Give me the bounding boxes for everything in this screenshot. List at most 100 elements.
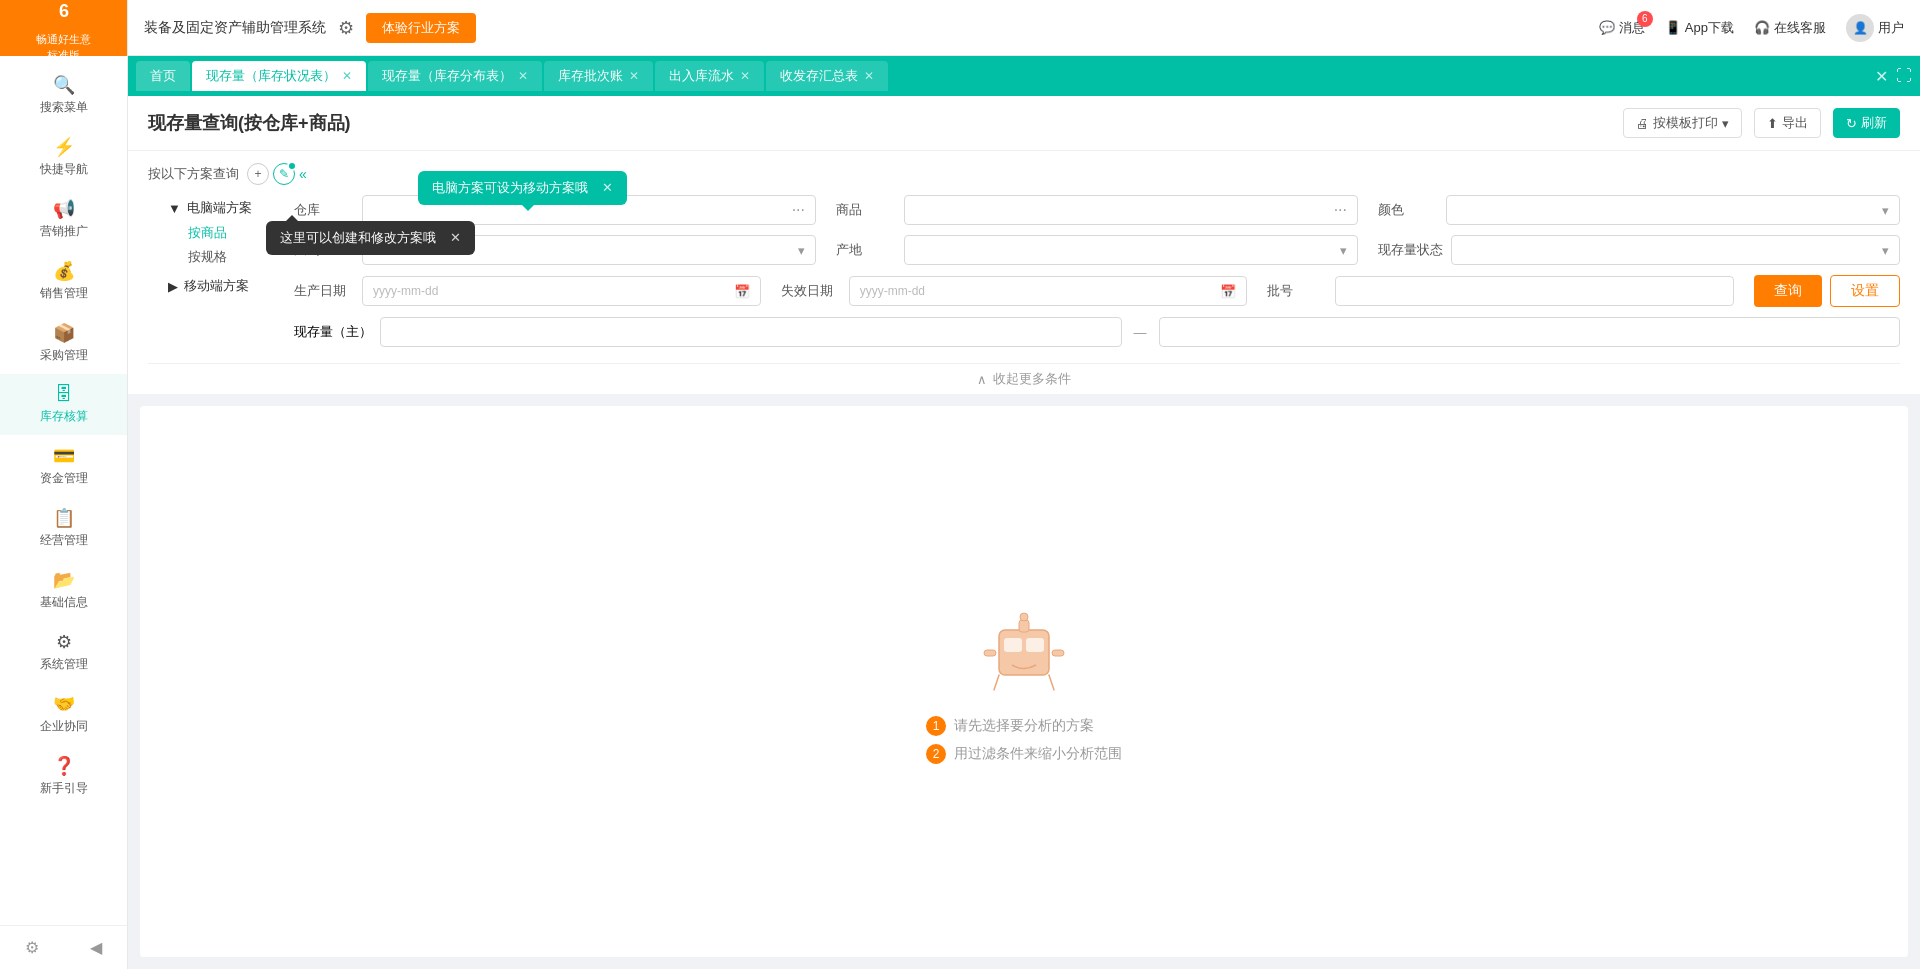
filter-arrow-btn[interactable]: « [299,166,307,182]
sidebar-item-finance[interactable]: 💳 资金管理 [0,435,127,497]
newbie-icon: ❓ [53,755,75,777]
print-dropdown-icon: ▾ [1722,116,1729,131]
tab-close-all-btn[interactable]: ✕ [1875,67,1888,86]
stock-qty-min[interactable] [380,317,1122,347]
edit-scheme-btn[interactable]: ✎ [273,163,295,185]
header-right: 💬 消息 6 📱 App下载 🎧 在线客服 👤 用户 [1599,14,1904,42]
goods-select[interactable]: ··· [904,195,1358,225]
settings-bottom-btn[interactable]: ⚙ [25,938,39,957]
tab-recv-summary-label: 收发存汇总表 [780,67,858,85]
scheme-item-spec[interactable]: 按规格 [168,245,278,269]
sidebar-label-operation: 经营管理 [40,532,88,549]
sidebar-item-newbie[interactable]: ❓ 新手引导 [0,745,127,807]
stock-status-select[interactable]: ▾ [1451,235,1900,265]
sidebar-item-marketing[interactable]: 📢 营销推广 [0,188,127,250]
app-download-btn[interactable]: 📱 App下载 [1665,19,1734,37]
tab-inventory-status-label: 现存量（库存状况表） [206,67,336,85]
scheme-list: ▼ 电脑端方案 按商品 按规格 ▶ 移动端方案 [148,195,278,299]
scheme-group-mobile-title[interactable]: ▶ 移动端方案 [168,273,278,299]
user-btn[interactable]: 👤 用户 [1846,14,1904,42]
tab-inout-flow-close[interactable]: ✕ [740,69,750,83]
sidebar-item-sales[interactable]: 💰 销售管理 [0,250,127,312]
sales-icon: 💰 [53,260,75,282]
svg-text:6: 6 [58,1,68,21]
filter-fields: 仓库 ··· 商品 ··· [294,195,1900,355]
sidebar-label-guide: 快捷导航 [40,161,88,178]
color-dropdown-icon: ▾ [1882,203,1889,218]
export-label: 导出 [1782,114,1808,132]
tab-inventory-status-close[interactable]: ✕ [342,69,352,83]
sidebar-logo: 6 畅通好生意 标准版 [0,0,127,56]
print-btn[interactable]: 🖨 按模板打印 ▾ [1623,108,1742,138]
exp-date-label: 失效日期 [781,282,841,300]
collapse-icon: ∧ [977,372,987,387]
sidebar-item-enterprise[interactable]: 🤝 企业协同 [0,683,127,745]
message-btn[interactable]: 💬 消息 6 [1599,19,1645,37]
scheme-item-goods[interactable]: 按商品 [168,221,278,245]
scheme-group-pc-title[interactable]: ▼ 电脑端方案 [168,195,278,221]
add-scheme-btn[interactable]: + [247,163,269,185]
header-settings-icon[interactable]: ⚙ [338,17,354,39]
sidebar-item-operation[interactable]: 📋 经营管理 [0,497,127,559]
sidebar-item-guide[interactable]: ⚡ 快捷导航 [0,126,127,188]
tab-maximize-btn[interactable]: ⛶ [1896,67,1912,85]
service-btn[interactable]: 🎧 在线客服 [1754,19,1826,37]
page-actions: 🖨 按模板打印 ▾ ⬆ 导出 ↻ 刷新 [1623,108,1900,138]
export-btn[interactable]: ⬆ 导出 [1754,108,1821,138]
sidebar-label-newbie: 新手引导 [40,780,88,797]
refresh-icon: ↻ [1846,116,1857,131]
origin-dropdown-icon: ▾ [1340,243,1347,258]
header-left: 装备及固定资产辅助管理系统 ⚙ 体验行业方案 [144,13,476,43]
sidebar-item-purchase[interactable]: 📦 采购管理 [0,312,127,374]
goods-dots[interactable]: ··· [1334,201,1347,219]
size-dropdown-icon: ▾ [798,243,805,258]
color-select[interactable]: ▾ [1446,195,1900,225]
scheme-pc-label: 电脑端方案 [187,199,252,217]
empty-illustration [974,600,1074,700]
operation-icon: 📋 [53,507,75,529]
filter-origin-row: 产地 ▾ [836,235,1358,265]
warehouse-dots[interactable]: ··· [792,201,805,219]
svg-rect-8 [1052,650,1064,656]
sidebar-item-inventory[interactable]: 🗄 库存核算 [0,374,127,435]
exp-date-calendar-icon2: 📅 [1220,284,1236,299]
tooltip-create-close[interactable]: ✕ [450,230,461,245]
empty-tips: 1 请先选择要分析的方案 2 用过滤条件来缩小分析范围 [926,716,1122,764]
collapse-filter-btn[interactable]: ∧ 收起更多条件 [148,363,1900,394]
tab-inventory-dist[interactable]: 现存量（库存分布表） ✕ [368,61,542,91]
tab-inventory-dist-close[interactable]: ✕ [518,69,528,83]
prod-date-start[interactable]: yyyy-mm-dd 📅 [362,276,761,306]
tab-inventory-dist-label: 现存量（库存分布表） [382,67,512,85]
svg-rect-4 [1026,638,1044,652]
stock-status-dropdown-icon: ▾ [1882,243,1889,258]
exp-date-start[interactable]: yyyy-mm-dd 📅 [849,276,1248,306]
tab-batch-ledger[interactable]: 库存批次账 ✕ [544,61,653,91]
tab-recv-summary-close[interactable]: ✕ [864,69,874,83]
query-btn[interactable]: 查询 [1754,275,1822,307]
origin-select[interactable]: ▾ [904,235,1358,265]
sidebar: 6 畅通好生意 标准版 🔍 搜索菜单 ⚡ 快捷导航 📢 营销推广 💰 销售管理 … [0,0,128,969]
tip-num-1: 1 [926,716,946,736]
color-label: 颜色 [1378,201,1438,219]
tab-recv-summary[interactable]: 收发存汇总表 ✕ [766,61,888,91]
sidebar-item-basic[interactable]: 📂 基础信息 [0,559,127,621]
batch-input[interactable] [1335,276,1734,306]
tab-inventory-status[interactable]: 现存量（库存状况表） ✕ [192,61,366,91]
collapse-sidebar-btn[interactable]: ◀ [90,938,102,957]
refresh-btn[interactable]: ↻ 刷新 [1833,108,1900,138]
enterprise-icon: 🤝 [53,693,75,715]
tab-home[interactable]: 首页 [136,61,190,91]
sidebar-item-search[interactable]: 🔍 搜索菜单 [0,64,127,126]
sidebar-item-system[interactable]: ⚙ 系统管理 [0,621,127,683]
empty-tip-2: 2 用过滤条件来缩小分析范围 [926,744,1122,764]
tab-inout-flow[interactable]: 出入库流水 ✕ [655,61,764,91]
tooltip-scheme-close[interactable]: ✕ [602,180,613,195]
set-btn[interactable]: 设置 [1830,275,1900,307]
stock-qty-max[interactable] [1159,317,1901,347]
origin-label: 产地 [836,241,896,259]
tab-batch-ledger-close[interactable]: ✕ [629,69,639,83]
industry-btn[interactable]: 体验行业方案 [366,13,476,43]
service-icon: 🎧 [1754,20,1770,35]
collapse-label: 收起更多条件 [993,370,1071,388]
filter-stock-qty-row: 现存量（主） — [294,317,1900,347]
